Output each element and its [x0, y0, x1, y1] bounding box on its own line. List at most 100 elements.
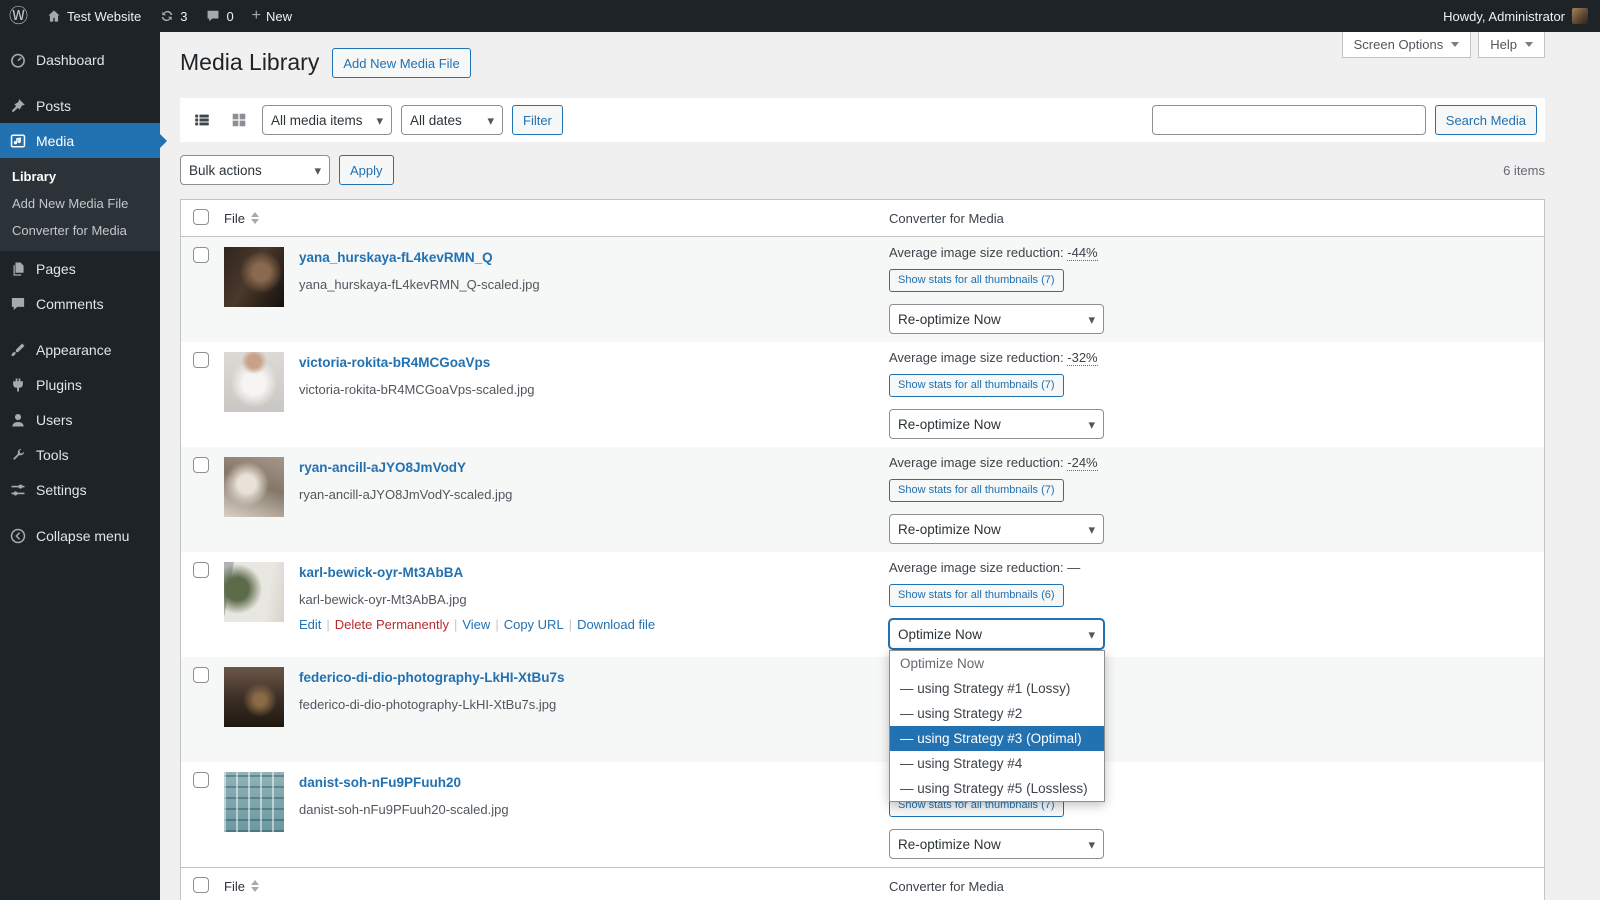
media-title-link[interactable]: federico-di-dio-photography-LkHI-XtBu7s — [299, 670, 565, 685]
optimize-select[interactable]: Re-optimize Now ▾ — [889, 304, 1104, 334]
sidebar-item-appearance[interactable]: Appearance — [0, 332, 160, 367]
show-stats-button[interactable]: Show stats for all thumbnails (7) — [889, 374, 1064, 397]
reduction-label: Average image size reduction: — [889, 560, 1064, 575]
wordpress-menu-button[interactable]: Ⓦ — [0, 0, 37, 32]
media-type-filter-select[interactable]: All media items ▾ — [262, 105, 392, 135]
show-stats-button[interactable]: Show stats for all thumbnails (6) — [889, 584, 1064, 607]
select-all-checkbox[interactable] — [193, 877, 209, 893]
row-checkbox[interactable] — [193, 247, 209, 263]
dropdown-option-selected[interactable]: — using Strategy #3 (Optimal) — [890, 726, 1104, 751]
separator: | — [326, 617, 329, 632]
sidebar-item-users[interactable]: Users — [0, 402, 160, 437]
select-all-checkbox[interactable] — [193, 209, 209, 225]
menu-separator — [0, 507, 160, 518]
view-link[interactable]: View — [462, 617, 490, 632]
sidebar-item-dashboard[interactable]: Dashboard — [0, 42, 160, 77]
file-column-header[interactable]: File — [224, 208, 889, 228]
media-row: karl-bewick-oyr-Mt3AbBA karl-bewick-oyr-… — [181, 552, 1544, 657]
grid-view-button[interactable] — [225, 106, 253, 134]
media-thumbnail[interactable] — [224, 667, 284, 727]
media-thumbnail[interactable] — [224, 562, 284, 622]
chevron-down-icon — [1525, 42, 1533, 51]
search-input[interactable] — [1152, 105, 1426, 135]
menu-separator — [0, 77, 160, 88]
media-title-link[interactable]: danist-soh-nFu9PFuuh20 — [299, 775, 461, 790]
sidebar-item-label: Comments — [36, 296, 104, 312]
new-content-button[interactable]: + New — [243, 0, 301, 32]
sidebar-item-settings[interactable]: Settings — [0, 472, 160, 507]
delete-permanently-link[interactable]: Delete Permanently — [335, 617, 449, 632]
account-menu[interactable]: Howdy, Administrator — [1431, 0, 1600, 32]
collapse-menu-button[interactable]: Collapse menu — [0, 518, 160, 553]
media-thumbnail[interactable] — [224, 247, 284, 307]
row-checkbox[interactable] — [193, 352, 209, 368]
chevron-down-icon — [1451, 42, 1459, 51]
media-title-link[interactable]: yana_hurskaya-fL4kevRMN_Q — [299, 250, 493, 265]
apply-button[interactable]: Apply — [339, 155, 394, 185]
media-title-link[interactable]: ryan-ancill-aJYO8JmVodY — [299, 460, 466, 475]
sidebar-item-posts[interactable]: Posts — [0, 88, 160, 123]
optimize-select[interactable]: Re-optimize Now ▾ — [889, 829, 1104, 859]
reduction-label: Average image size reduction: — [889, 245, 1064, 260]
dropdown-option[interactable]: — using Strategy #4 — [890, 751, 1104, 776]
row-checkbox[interactable] — [193, 562, 209, 578]
table-footer: File Converter for Media — [181, 867, 1544, 900]
filter-bar: All media items ▾ All dates ▾ Filter Sea… — [180, 98, 1545, 142]
sidebar-item-plugins[interactable]: Plugins — [0, 367, 160, 402]
search-media-button[interactable]: Search Media — [1435, 105, 1537, 135]
screen-options-button[interactable]: Screen Options — [1342, 32, 1472, 58]
sidebar-item-tools[interactable]: Tools — [0, 437, 160, 472]
menu-separator — [0, 321, 160, 332]
optimize-select[interactable]: Re-optimize Now ▾ — [889, 514, 1104, 544]
submenu-item-add-new-media[interactable]: Add New Media File — [0, 190, 160, 217]
dropdown-option[interactable]: — using Strategy #5 (Lossless) — [890, 776, 1104, 801]
dropdown-option[interactable]: Optimize Now — [890, 651, 1104, 676]
add-new-media-button[interactable]: Add New Media File — [332, 48, 470, 78]
row-checkbox[interactable] — [193, 772, 209, 788]
sidebar-item-pages[interactable]: Pages — [0, 251, 160, 286]
media-title-link[interactable]: karl-bewick-oyr-Mt3AbBA — [299, 565, 463, 580]
filter-button[interactable]: Filter — [512, 105, 563, 135]
media-filename: karl-bewick-oyr-Mt3AbBA.jpg — [299, 592, 655, 607]
row-checkbox[interactable] — [193, 667, 209, 683]
sidebar-item-label: Media — [36, 133, 74, 149]
copy-url-link[interactable]: Copy URL — [504, 617, 564, 632]
file-column-footer[interactable]: File — [224, 876, 889, 896]
sidebar-item-label: Appearance — [36, 342, 112, 358]
media-title-link[interactable]: victoria-rokita-bR4MCGoaVps — [299, 355, 490, 370]
download-file-link[interactable]: Download file — [577, 617, 655, 632]
chevron-down-icon: ▾ — [1088, 628, 1095, 641]
sidebar-item-label: Posts — [36, 98, 71, 114]
date-filter-select[interactable]: All dates ▾ — [401, 105, 503, 135]
bulk-actions-select[interactable]: Bulk actions ▾ — [180, 155, 330, 185]
edit-link[interactable]: Edit — [299, 617, 321, 632]
pin-icon — [8, 96, 27, 115]
row-checkbox[interactable] — [193, 457, 209, 473]
submenu-item-converter-for-media[interactable]: Converter for Media — [0, 217, 160, 244]
site-name-link[interactable]: Test Website — [37, 0, 150, 32]
optimize-select[interactable]: Re-optimize Now ▾ — [889, 409, 1104, 439]
submenu-item-library[interactable]: Library — [0, 163, 160, 190]
optimize-select-open[interactable]: Optimize Now ▾ — [889, 619, 1104, 649]
updates-indicator[interactable]: 3 — [150, 0, 196, 32]
media-filename: yana_hurskaya-fL4kevRMN_Q-scaled.jpg — [299, 277, 540, 292]
converter-column-footer: Converter for Media — [889, 879, 1544, 894]
optimize-select-value: Re-optimize Now — [898, 522, 1001, 537]
media-thumbnail[interactable] — [224, 352, 284, 412]
dropdown-option[interactable]: — using Strategy #2 — [890, 701, 1104, 726]
chevron-down-icon: ▾ — [1088, 838, 1095, 851]
list-view-button[interactable] — [188, 106, 216, 134]
main-content: Screen Options Help Media Library Add Ne… — [160, 0, 1600, 900]
sidebar-item-media[interactable]: Media — [0, 123, 160, 158]
file-column-label: File — [224, 211, 245, 226]
media-thumbnail[interactable] — [224, 772, 284, 832]
comments-indicator[interactable]: 0 — [196, 0, 242, 32]
media-thumbnail[interactable] — [224, 457, 284, 517]
sidebar-item-label: Users — [36, 412, 73, 428]
dropdown-option[interactable]: — using Strategy #1 (Lossy) — [890, 676, 1104, 701]
sidebar-item-comments[interactable]: Comments — [0, 286, 160, 321]
show-stats-button[interactable]: Show stats for all thumbnails (7) — [889, 269, 1064, 292]
show-stats-button[interactable]: Show stats for all thumbnails (7) — [889, 479, 1064, 502]
media-row: danist-soh-nFu9PFuuh20 danist-soh-nFu9PF… — [181, 762, 1544, 867]
help-button[interactable]: Help — [1478, 32, 1545, 58]
